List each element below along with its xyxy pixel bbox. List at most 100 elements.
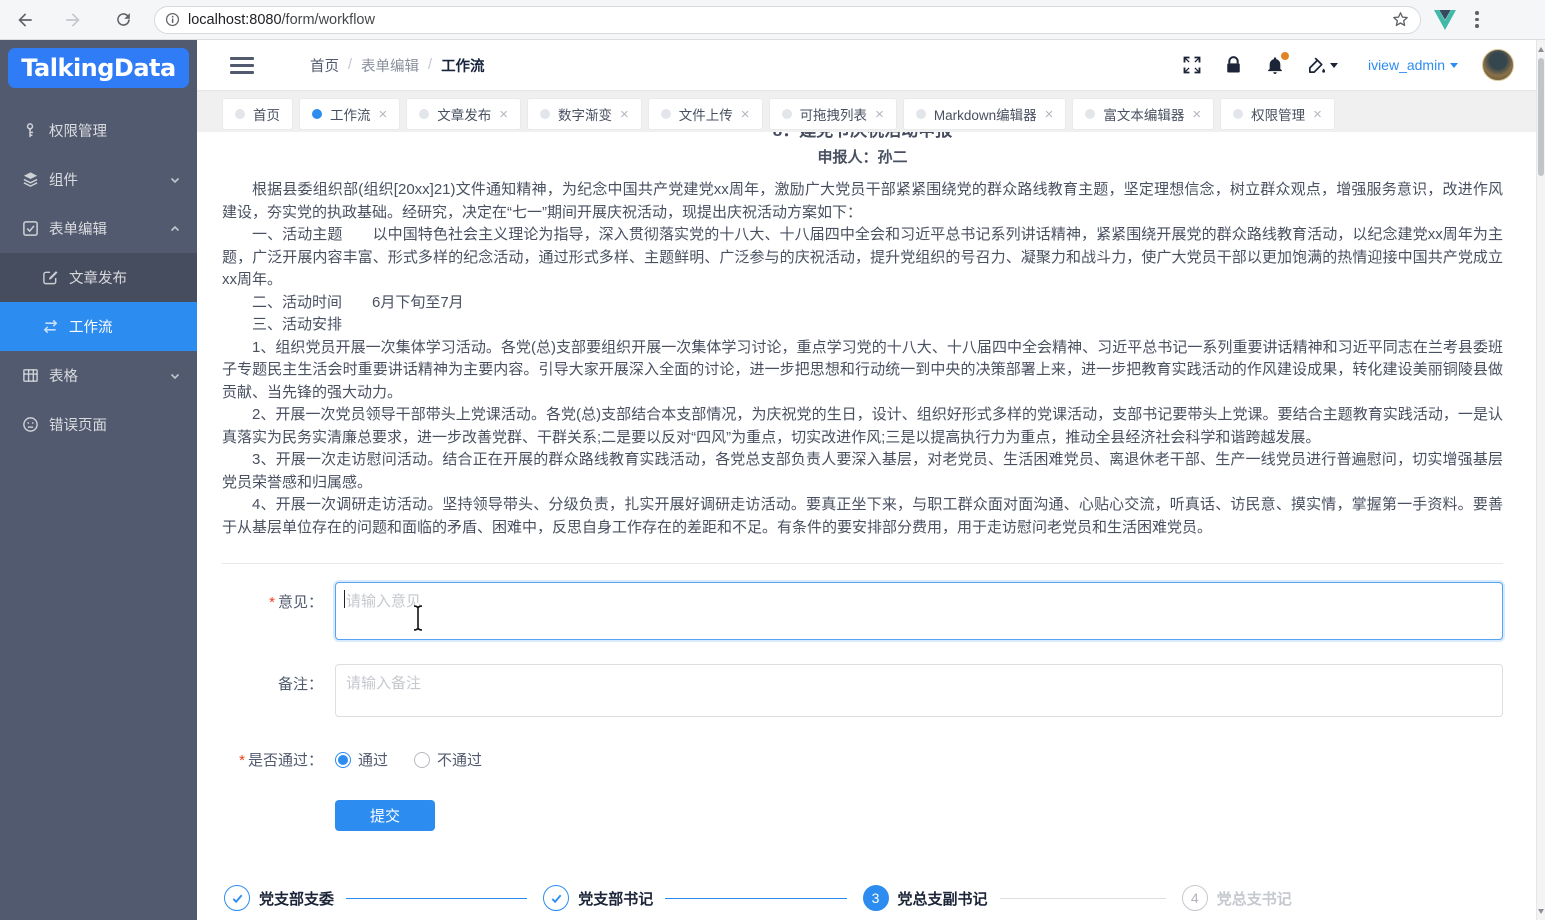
tab-dot-icon [1233, 109, 1244, 119]
required-asterisk: * [239, 752, 245, 769]
radio-selected-icon [335, 751, 351, 768]
user-menu[interactable]: iview_admin [1368, 57, 1458, 73]
sidebar-item-workflow[interactable]: 工作流 [0, 302, 197, 351]
close-icon[interactable]: × [1313, 107, 1322, 122]
browser-menu-button[interactable] [1475, 11, 1479, 28]
tab-label: Markdown编辑器 [933, 108, 1037, 123]
close-icon[interactable]: × [499, 107, 508, 122]
scrollbar-thumb[interactable] [1538, 58, 1544, 176]
paragraph: 3、开展一次走访慰问活动。结合正在开展的群众路线教育实践活动，各党总支部负责人要… [222, 451, 1503, 491]
sidebar-item-components[interactable]: 组件 [0, 155, 197, 204]
tab-upload[interactable]: 文件上传 × [647, 98, 763, 130]
forward-arrow-icon [66, 12, 80, 27]
tab-drag-list[interactable]: 可拖拽列表 × [768, 98, 897, 130]
close-icon[interactable]: × [741, 107, 750, 122]
submit-button[interactable]: 提交 [335, 800, 435, 831]
ibeam-cursor [413, 605, 423, 631]
url-text: localhost:8080/form/workflow [188, 12, 1391, 28]
browser-back-button[interactable] [8, 3, 42, 37]
radio-label: 不通过 [437, 752, 483, 769]
key-icon [22, 122, 39, 139]
breadcrumb-current: 工作流 [441, 58, 485, 75]
tab-dot-icon [312, 109, 322, 119]
scroll-down-arrow[interactable] [1537, 904, 1545, 918]
radio-pass[interactable]: 通过 [335, 749, 388, 770]
tab-label: 文章发布 [437, 108, 492, 123]
paragraph: 2、开展一次党员领导干部带头上党课活动。各党(总)支部结合本支部情况，为庆祝党的… [222, 406, 1503, 446]
layers-icon [22, 171, 39, 188]
step-title: 党支部书记 [578, 890, 654, 908]
sidebar-item-tables[interactable]: 表格 [0, 351, 197, 400]
bookmark-star-icon[interactable] [1391, 10, 1410, 29]
step-1: 党支部支委 张三审核并通过 [224, 885, 543, 920]
workflow-steps: 党支部支委 张三审核并通过 党支部书记 李四审核并通过 3 党总支副书记 [224, 885, 1501, 920]
tab-label: 首页 [253, 108, 280, 123]
tab-label: 可拖拽列表 [799, 108, 868, 123]
chevron-down-icon [169, 174, 181, 186]
browser-refresh-button[interactable] [106, 3, 140, 37]
pass-row: * 是否通过： 通过 不通过 [222, 749, 1503, 770]
tab-markdown-editor[interactable]: Markdown编辑器 × [902, 98, 1067, 130]
paragraph: 根据县委组织部(组织[20xx]21)文件通知精神，为纪念中国共产党建党xx周年… [222, 181, 1503, 221]
sidebar-item-label: 表格 [49, 369, 78, 385]
close-icon[interactable]: × [379, 107, 388, 122]
notifications-button[interactable] [1265, 51, 1289, 76]
chevron-down-icon [1450, 62, 1458, 68]
address-bar[interactable]: localhost:8080/form/workflow [154, 5, 1421, 34]
step-2: 党支部书记 李四审核并通过 [543, 885, 862, 920]
breadcrumb-home[interactable]: 首页 [310, 55, 339, 76]
sidebar-item-error-pages[interactable]: 错误页面 [0, 400, 197, 449]
tab-permission[interactable]: 权限管理 × [1220, 98, 1335, 130]
tab-workflow[interactable]: 工作流 × [299, 98, 401, 130]
step-connector [346, 897, 528, 899]
fullscreen-button[interactable] [1182, 55, 1202, 75]
step-title: 党总支书记 [1216, 890, 1292, 908]
remark-row: 备注： [222, 664, 1503, 717]
browser-forward-button[interactable] [56, 3, 90, 37]
notification-badge [1280, 51, 1289, 60]
sidebar-item-permission[interactable]: 权限管理 [0, 106, 197, 155]
tab-count-to[interactable]: 数字渐变 × [527, 98, 642, 130]
document-title: 8：建党节庆祝活动申报 [222, 132, 1503, 143]
text-caret [344, 590, 345, 608]
browser-toolbar: localhost:8080/form/workflow [0, 0, 1545, 40]
swap-arrows-icon [42, 318, 59, 335]
chevron-down-icon [169, 370, 181, 382]
breadcrumb-form-edit[interactable]: 表单编辑 [361, 55, 419, 76]
theme-button[interactable] [1307, 56, 1338, 75]
lock-button[interactable] [1224, 55, 1243, 75]
open-tabs-bar: 首页 工作流 × 文章发布 × 数字渐变 × 文件上传 × 可拖拽列表 × Markdow… [197, 90, 1536, 132]
vue-devtools-icon[interactable] [1433, 9, 1457, 31]
lock-icon [1227, 56, 1240, 73]
step-number: 3 [862, 885, 889, 911]
close-icon[interactable]: × [1045, 107, 1054, 122]
divider [222, 563, 1503, 564]
radio-fail[interactable]: 不通过 [414, 749, 482, 770]
scroll-up-arrow[interactable] [1537, 42, 1545, 56]
avatar[interactable] [1482, 49, 1514, 81]
info-icon [165, 12, 180, 27]
sidebar-item-article-publish[interactable]: 文章发布 [0, 253, 197, 302]
close-icon[interactable]: × [1192, 107, 1201, 122]
step-title: 党支部支委 [259, 890, 335, 908]
table-icon [22, 367, 39, 384]
tab-dot-icon [419, 109, 430, 119]
step-connector [665, 897, 847, 899]
sidebar-item-label: 工作流 [69, 320, 113, 336]
tab-dot-icon [1085, 109, 1096, 119]
close-icon[interactable]: × [875, 107, 884, 122]
remark-textarea[interactable] [335, 664, 1503, 717]
collapse-menu-button[interactable] [230, 56, 254, 74]
close-icon[interactable]: × [620, 107, 629, 122]
tab-dot-icon [915, 109, 926, 119]
opinion-textarea[interactable] [335, 582, 1503, 640]
sidebar-item-label: 文章发布 [69, 271, 127, 287]
step-title: 党总支副书记 [897, 890, 988, 908]
tab-article-publish[interactable]: 文章发布 × [406, 98, 522, 130]
tab-rich-text-editor[interactable]: 富文本编辑器 × [1072, 98, 1215, 130]
page-scrollbar[interactable] [1536, 40, 1545, 920]
tab-home[interactable]: 首页 [222, 98, 293, 130]
step-4: 4 党总支书记 赵六审核并通过 [1181, 885, 1501, 920]
sidebar-item-form-edit[interactable]: 表单编辑 [0, 204, 197, 253]
paragraph: 一、活动主题 以中国特色社会主义理论为指导，深入贯彻落实党的十八大、十八届四中全… [222, 226, 1503, 288]
